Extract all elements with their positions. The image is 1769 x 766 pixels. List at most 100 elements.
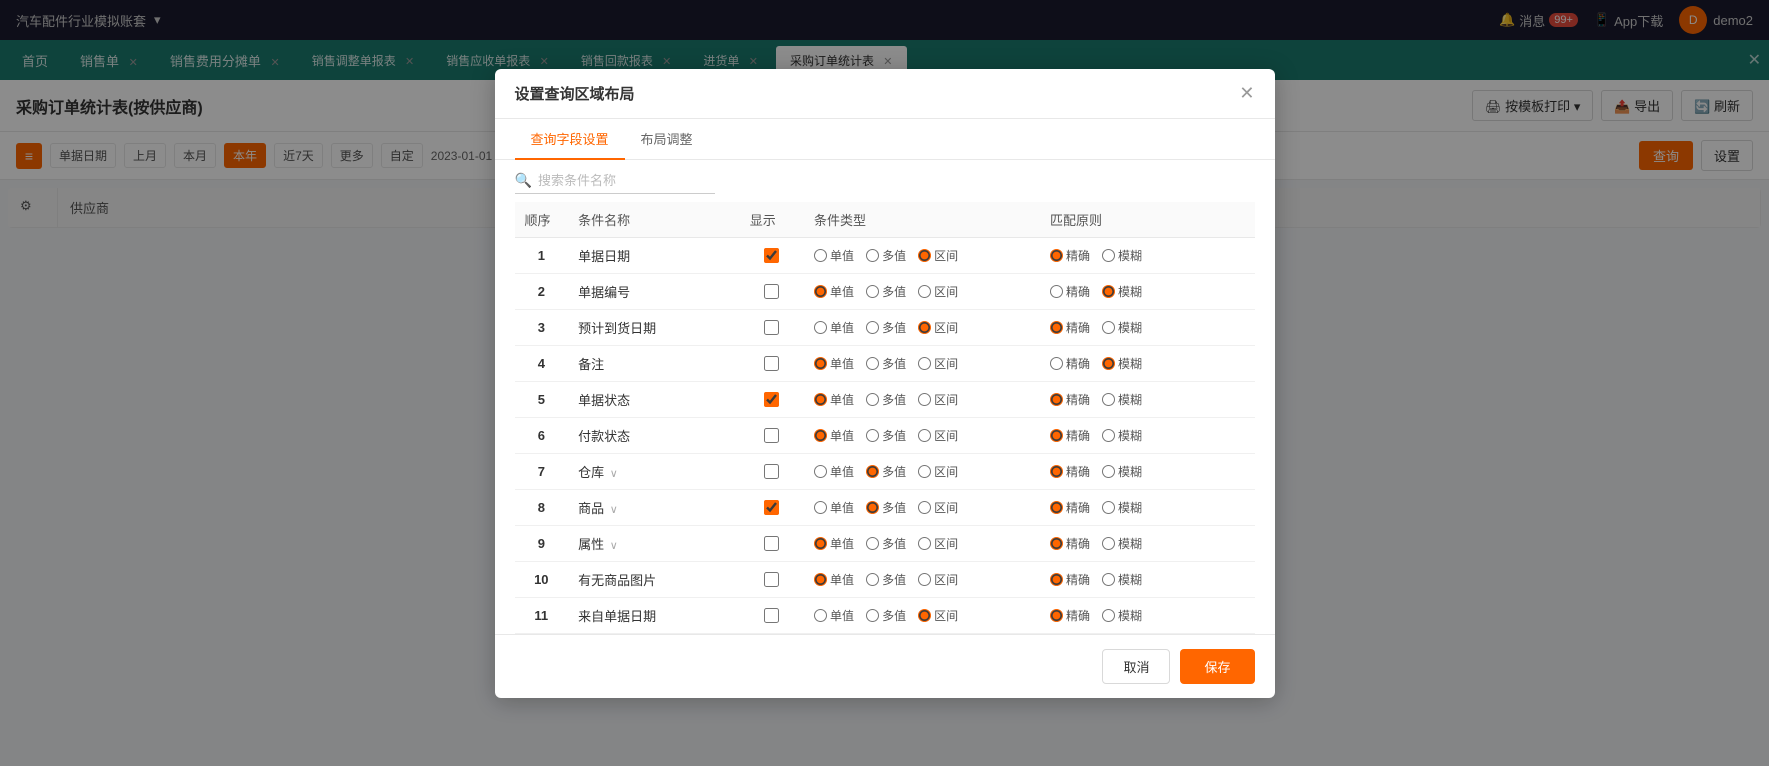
match-option-模糊-6[interactable]: 模糊 — [1102, 427, 1142, 444]
dropdown-icon[interactable]: ∨ — [610, 504, 618, 516]
type-option-单值-1[interactable]: 单值 — [814, 247, 854, 264]
cell-show-8 — [740, 489, 804, 525]
cell-order-9: 9 — [515, 525, 569, 561]
cell-order-1: 1 — [515, 237, 569, 273]
type-option-单值-3[interactable]: 单值 — [814, 319, 854, 336]
show-checkbox-2[interactable] — [764, 284, 779, 299]
match-option-精确-4[interactable]: 精确 — [1050, 355, 1090, 372]
match-option-模糊-7[interactable]: 模糊 — [1102, 463, 1142, 480]
type-option-区间-4[interactable]: 区间 — [918, 355, 958, 372]
type-option-区间-5[interactable]: 区间 — [918, 391, 958, 408]
cell-type-6: 单值多值区间 — [804, 417, 1040, 453]
cell-name-5: 单据状态 — [568, 381, 740, 417]
type-option-区间-3[interactable]: 区间 — [918, 319, 958, 336]
type-option-区间-11[interactable]: 区间 — [918, 607, 958, 624]
match-option-精确-9[interactable]: 精确 — [1050, 535, 1090, 552]
type-option-单值-7[interactable]: 单值 — [814, 463, 854, 480]
cell-order-4: 4 — [515, 345, 569, 381]
modal-header: 设置查询区域布局 ✕ — [495, 69, 1275, 119]
th-show: 显示 — [740, 202, 804, 238]
type-option-单值-8[interactable]: 单值 — [814, 499, 854, 516]
match-option-模糊-8[interactable]: 模糊 — [1102, 499, 1142, 516]
type-option-多值-11[interactable]: 多值 — [866, 607, 906, 624]
tab-layout-adjust[interactable]: 布局调整 — [625, 119, 709, 160]
type-option-区间-2[interactable]: 区间 — [918, 283, 958, 300]
type-option-多值-4[interactable]: 多值 — [866, 355, 906, 372]
dropdown-icon[interactable]: ∨ — [610, 468, 618, 480]
type-option-区间-1[interactable]: 区间 — [918, 247, 958, 264]
type-option-单值-9[interactable]: 单值 — [814, 535, 854, 552]
cell-type-7: 单值多值区间 — [804, 453, 1040, 489]
match-option-模糊-5[interactable]: 模糊 — [1102, 391, 1142, 408]
show-checkbox-4[interactable] — [764, 356, 779, 371]
show-checkbox-9[interactable] — [764, 536, 779, 551]
type-option-多值-5[interactable]: 多值 — [866, 391, 906, 408]
cell-type-8: 单值多值区间 — [804, 489, 1040, 525]
cell-show-1 — [740, 237, 804, 273]
type-option-区间-7[interactable]: 区间 — [918, 463, 958, 480]
match-option-模糊-9[interactable]: 模糊 — [1102, 535, 1142, 552]
type-option-单值-10[interactable]: 单值 — [814, 571, 854, 588]
table-row: 1单据日期单值多值区间精确模糊 — [515, 237, 1255, 273]
match-option-模糊-1[interactable]: 模糊 — [1102, 247, 1142, 264]
match-option-精确-1[interactable]: 精确 — [1050, 247, 1090, 264]
match-option-精确-2[interactable]: 精确 — [1050, 283, 1090, 300]
type-option-多值-3[interactable]: 多值 — [866, 319, 906, 336]
type-option-区间-6[interactable]: 区间 — [918, 427, 958, 444]
type-option-单值-5[interactable]: 单值 — [814, 391, 854, 408]
cell-show-9 — [740, 525, 804, 561]
match-option-模糊-2[interactable]: 模糊 — [1102, 283, 1142, 300]
cell-match-5: 精确模糊 — [1040, 381, 1255, 417]
show-checkbox-3[interactable] — [764, 320, 779, 335]
cell-match-8: 精确模糊 — [1040, 489, 1255, 525]
type-option-多值-1[interactable]: 多值 — [866, 247, 906, 264]
type-option-多值-7[interactable]: 多值 — [866, 463, 906, 480]
match-option-模糊-3[interactable]: 模糊 — [1102, 319, 1142, 336]
search-icon: 🔍 — [515, 172, 532, 189]
match-option-模糊-4[interactable]: 模糊 — [1102, 355, 1142, 372]
match-option-精确-10[interactable]: 精确 — [1050, 571, 1090, 588]
match-option-精确-3[interactable]: 精确 — [1050, 319, 1090, 336]
tab-query-fields[interactable]: 查询字段设置 — [515, 119, 625, 160]
cell-match-4: 精确模糊 — [1040, 345, 1255, 381]
cell-type-5: 单值多值区间 — [804, 381, 1040, 417]
cell-match-3: 精确模糊 — [1040, 309, 1255, 345]
type-option-区间-10[interactable]: 区间 — [918, 571, 958, 588]
save-btn[interactable]: 保存 — [1180, 649, 1254, 684]
match-option-精确-5[interactable]: 精确 — [1050, 391, 1090, 408]
cell-order-7: 7 — [515, 453, 569, 489]
type-option-多值-9[interactable]: 多值 — [866, 535, 906, 552]
match-option-模糊-10[interactable]: 模糊 — [1102, 571, 1142, 588]
type-option-区间-9[interactable]: 区间 — [918, 535, 958, 552]
type-option-多值-10[interactable]: 多值 — [866, 571, 906, 588]
type-option-单值-2[interactable]: 单值 — [814, 283, 854, 300]
cell-match-10: 精确模糊 — [1040, 561, 1255, 597]
cell-name-4: 备注 — [568, 345, 740, 381]
match-option-精确-11[interactable]: 精确 — [1050, 607, 1090, 624]
show-checkbox-10[interactable] — [764, 572, 779, 587]
type-option-区间-8[interactable]: 区间 — [918, 499, 958, 516]
table-row: 9属性 ∨单值多值区间精确模糊 — [515, 525, 1255, 561]
match-option-精确-8[interactable]: 精确 — [1050, 499, 1090, 516]
type-option-单值-4[interactable]: 单值 — [814, 355, 854, 372]
dropdown-icon[interactable]: ∨ — [610, 540, 618, 552]
type-option-单值-11[interactable]: 单值 — [814, 607, 854, 624]
modal-dialog: 设置查询区域布局 ✕ 查询字段设置 布局调整 🔍 顺序 条件名称 显示 — [495, 69, 1275, 698]
type-option-多值-8[interactable]: 多值 — [866, 499, 906, 516]
search-input[interactable] — [538, 173, 698, 188]
show-checkbox-8[interactable] — [764, 500, 779, 515]
match-option-模糊-11[interactable]: 模糊 — [1102, 607, 1142, 624]
show-checkbox-7[interactable] — [764, 464, 779, 479]
show-checkbox-5[interactable] — [764, 392, 779, 407]
show-checkbox-6[interactable] — [764, 428, 779, 443]
type-option-多值-6[interactable]: 多值 — [866, 427, 906, 444]
modal-close-btn[interactable]: ✕ — [1239, 84, 1254, 102]
type-option-多值-2[interactable]: 多值 — [866, 283, 906, 300]
match-option-精确-7[interactable]: 精确 — [1050, 463, 1090, 480]
show-checkbox-1[interactable] — [764, 248, 779, 263]
type-option-单值-6[interactable]: 单值 — [814, 427, 854, 444]
show-checkbox-11[interactable] — [764, 608, 779, 623]
cancel-btn[interactable]: 取消 — [1102, 649, 1170, 684]
cell-name-6: 付款状态 — [568, 417, 740, 453]
match-option-精确-6[interactable]: 精确 — [1050, 427, 1090, 444]
